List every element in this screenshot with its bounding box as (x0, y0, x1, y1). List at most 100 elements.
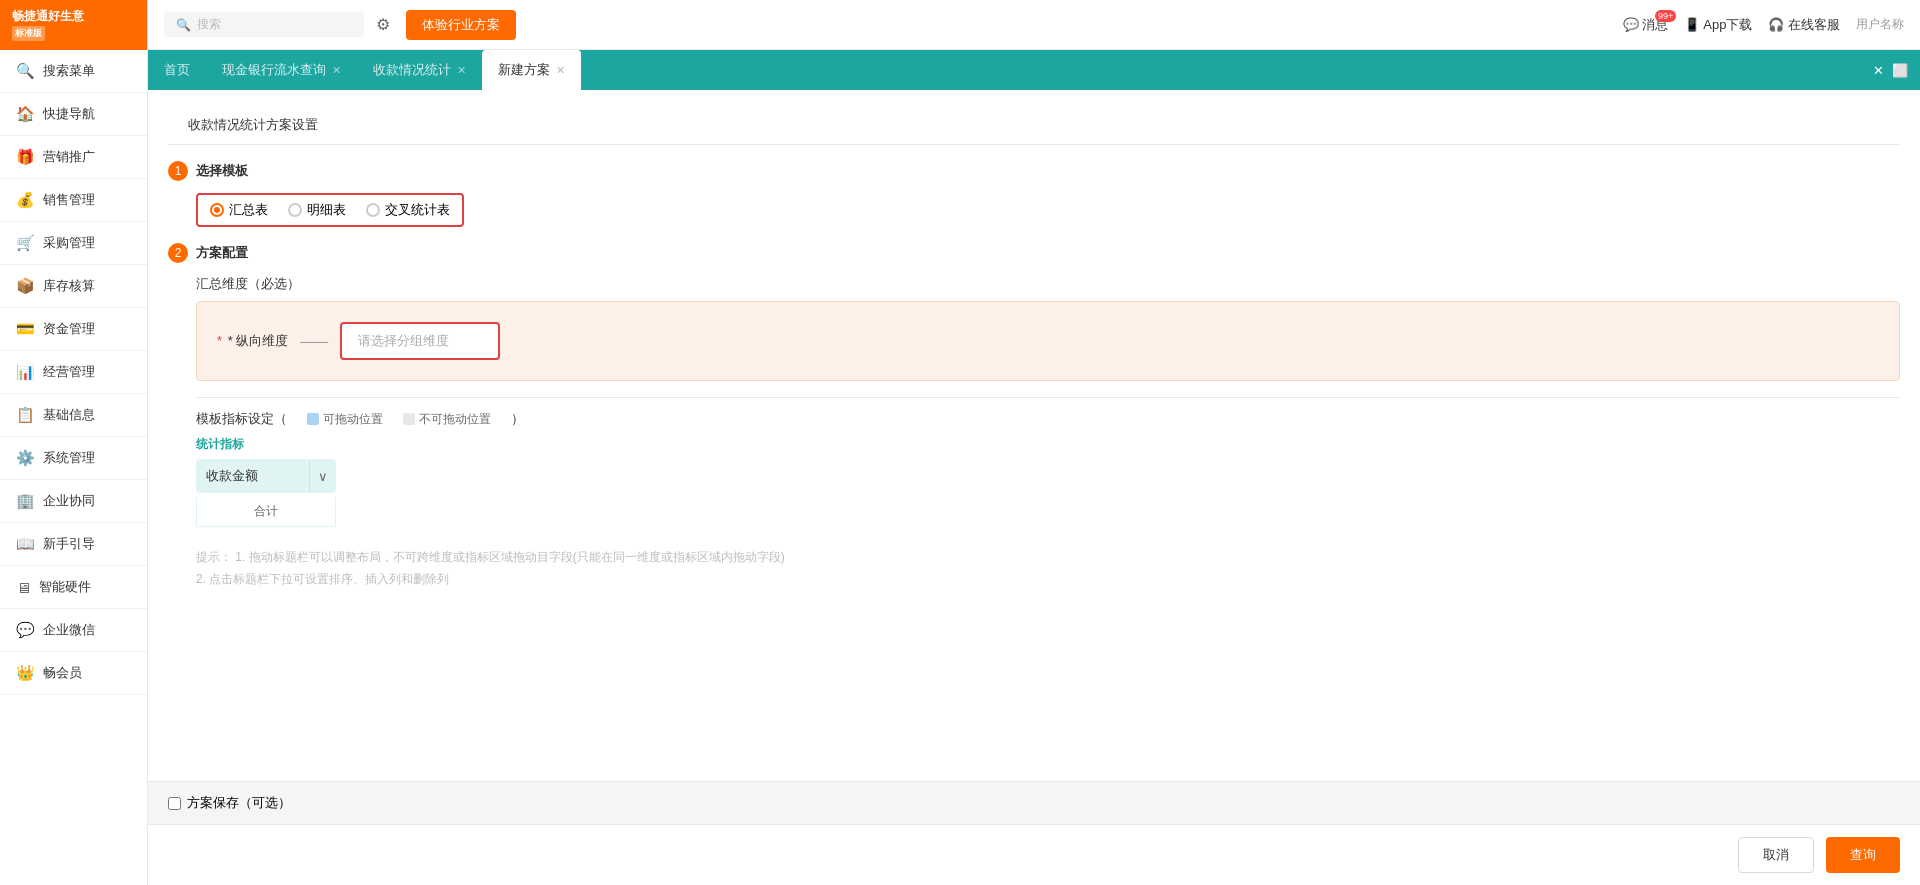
main-area: 🔍 搜索 ⚙ 体验行业方案 💬 消息 99+ 📱 App下载 🎧 在线客服 用户… (148, 0, 1920, 885)
vertical-label: * * 纵向维度 (217, 332, 288, 350)
book-icon: 📖 (16, 535, 35, 553)
sidebar-item-label: 企业协同 (43, 492, 95, 510)
sidebar-logo: 畅捷通好生意 标准版 (0, 0, 147, 50)
tab-bank-flow[interactable]: 现金银行流水查询 ✕ (206, 50, 357, 90)
radio-summary-circle (210, 203, 224, 217)
section-num-1: 1 (168, 161, 188, 181)
sidebar-item-inventory[interactable]: 📦 库存核算 (0, 265, 147, 308)
badge-count: 99+ (1655, 10, 1676, 22)
indicator-item-text: 收款金额 (196, 459, 309, 493)
section-title-1: 1 选择模板 (168, 161, 1900, 181)
section-config: 2 方案配置 汇总维度（必选） * * 纵向维度 — (168, 243, 1900, 590)
chart-icon: 📊 (16, 363, 35, 381)
sidebar-item-purchase[interactable]: 🛒 采购管理 (0, 222, 147, 265)
sidebar-item-label: 快捷导航 (43, 105, 95, 123)
sidebar-item-label: 库存核算 (43, 277, 95, 295)
message-icon: 💬 (1623, 17, 1639, 32)
sidebar-item-label: 搜索菜单 (43, 62, 95, 80)
footer-bar: 取消 查询 (148, 824, 1920, 885)
indicator-title-text: 模板指标设定（ (196, 410, 287, 428)
sidebar-item-label: 基础信息 (43, 406, 95, 424)
indicator-sub: 合计 (196, 497, 336, 527)
sidebar-item-system[interactable]: ⚙️ 系统管理 (0, 437, 147, 480)
sidebar-item-corp-wechat[interactable]: 💬 企业微信 (0, 609, 147, 652)
save-label: 方案保存（可选） (187, 794, 291, 812)
breadcrumb: 收款情况统计方案设置 (168, 106, 1900, 145)
sidebar-item-finance[interactable]: 💳 资金管理 (0, 308, 147, 351)
sidebar-item-member[interactable]: 👑 畅会员 (0, 652, 147, 695)
sidebar-item-label: 畅会员 (43, 664, 82, 682)
sidebar-item-marketing[interactable]: 🎁 营销推广 (0, 136, 147, 179)
section-label-1: 选择模板 (196, 162, 248, 180)
content-body: 收款情况统计方案设置 1 选择模板 汇总表 明细表 (148, 90, 1920, 781)
chat-icon: 💬 (16, 621, 35, 639)
sidebar-item-search-menu[interactable]: 🔍 搜索菜单 (0, 50, 147, 93)
tab-close-new-plan[interactable]: ✕ (556, 64, 565, 77)
user-name: 用户名称 (1856, 16, 1904, 33)
service-icon: 🎧 (1768, 17, 1784, 32)
search-menu-icon: 🔍 (16, 62, 35, 80)
search-icon: 🔍 (176, 18, 191, 32)
indicator-item: 收款金额 ∨ (196, 459, 336, 493)
section-label-2: 方案配置 (196, 244, 248, 262)
dimension-row: * * 纵向维度 —— 请选择分组维度 (217, 322, 1879, 360)
crown-icon: 👑 (16, 664, 35, 682)
sidebar-item-sales[interactable]: 💰 销售管理 (0, 179, 147, 222)
search-box[interactable]: 🔍 搜索 (164, 12, 364, 37)
monitor-icon: 🖥 (16, 579, 31, 596)
gear-icon: ⚙️ (16, 449, 35, 467)
sidebar-item-basic-info[interactable]: 📋 基础信息 (0, 394, 147, 437)
sidebar-item-label: 智能硬件 (39, 578, 91, 596)
tab-close-bank-flow[interactable]: ✕ (332, 64, 341, 77)
sidebar-item-operation[interactable]: 📊 经营管理 (0, 351, 147, 394)
radio-cross[interactable]: 交叉统计表 (366, 201, 450, 219)
industry-btn[interactable]: 体验行业方案 (406, 10, 516, 40)
tip-2: 2. 点击标题栏下拉可设置排序、插入列和删除列 (196, 569, 1900, 591)
section-num-2: 2 (168, 243, 188, 263)
sidebar-item-label: 销售管理 (43, 191, 95, 209)
sidebar-item-label: 企业微信 (43, 621, 95, 639)
bottom-save-section: 方案保存（可选） (148, 781, 1920, 824)
dimension-select[interactable]: 请选择分组维度 (340, 322, 500, 360)
tips-section: 提示： 1. 拖动标题栏可以调整布局，不可跨维度或指标区域拖动目字段(只能在同一… (196, 547, 1900, 590)
app-download[interactable]: 📱 App下载 (1684, 16, 1752, 34)
indicator-dropdown-btn[interactable]: ∨ (309, 461, 336, 492)
indicator-category: 统计指标 (196, 436, 1900, 453)
close-tab-icon[interactable]: ✕ (1873, 63, 1884, 78)
sidebar-item-smart-hw[interactable]: 🖥 智能硬件 (0, 566, 147, 609)
query-button[interactable]: 查询 (1826, 837, 1900, 873)
indicator-header: 模板指标设定（ 可拖动位置 不可拖动位置 ） (196, 410, 1900, 428)
maximize-icon[interactable]: ⬜ (1892, 63, 1908, 78)
tab-home[interactable]: 首页 (148, 50, 206, 90)
section-select-template: 1 选择模板 汇总表 明细表 (168, 161, 1900, 227)
radio-detail-circle (288, 203, 302, 217)
content-area: 收款情况统计方案设置 1 选择模板 汇总表 明细表 (148, 90, 1920, 885)
sidebar-item-quick-nav[interactable]: 🏠 快捷导航 (0, 93, 147, 136)
home-icon: 🏠 (16, 105, 35, 123)
brand-name: 畅捷通好生意 (12, 9, 84, 23)
message-badge[interactable]: 💬 消息 99+ (1623, 16, 1669, 34)
tab-new-plan[interactable]: 新建方案 ✕ (482, 50, 581, 90)
tab-receipt-stat[interactable]: 收款情况统计 ✕ (357, 50, 482, 90)
cancel-button[interactable]: 取消 (1738, 837, 1814, 873)
save-checkbox[interactable] (168, 797, 181, 810)
arrow-icon: —— (300, 333, 328, 349)
sidebar: 畅捷通好生意 标准版 🔍 搜索菜单 🏠 快捷导航 🎁 营销推广 💰 销售管理 🛒… (0, 0, 148, 885)
sidebar-item-label: 营销推广 (43, 148, 95, 166)
sidebar-item-corp-collab[interactable]: 🏢 企业协同 (0, 480, 147, 523)
sidebar-item-label: 采购管理 (43, 234, 95, 252)
settings-icon[interactable]: ⚙ (376, 15, 390, 34)
radio-detail[interactable]: 明细表 (288, 201, 346, 219)
sidebar-item-guide[interactable]: 📖 新手引导 (0, 523, 147, 566)
topbar-right: 💬 消息 99+ 📱 App下载 🎧 在线客服 用户名称 (1623, 16, 1904, 34)
indicator-section: 模板指标设定（ 可拖动位置 不可拖动位置 ） (196, 397, 1900, 590)
download-icon: 📱 (1684, 17, 1700, 32)
radio-cross-circle (366, 203, 380, 217)
edition-badge: 标准版 (12, 26, 45, 41)
topbar: 🔍 搜索 ⚙ 体验行业方案 💬 消息 99+ 📱 App下载 🎧 在线客服 用户… (148, 0, 1920, 50)
sidebar-item-label: 系统管理 (43, 449, 95, 467)
online-service[interactable]: 🎧 在线客服 (1768, 16, 1840, 34)
tab-close-receipt-stat[interactable]: ✕ (457, 64, 466, 77)
radio-summary[interactable]: 汇总表 (210, 201, 268, 219)
immovable-badge: 不可拖动位置 (403, 411, 491, 428)
